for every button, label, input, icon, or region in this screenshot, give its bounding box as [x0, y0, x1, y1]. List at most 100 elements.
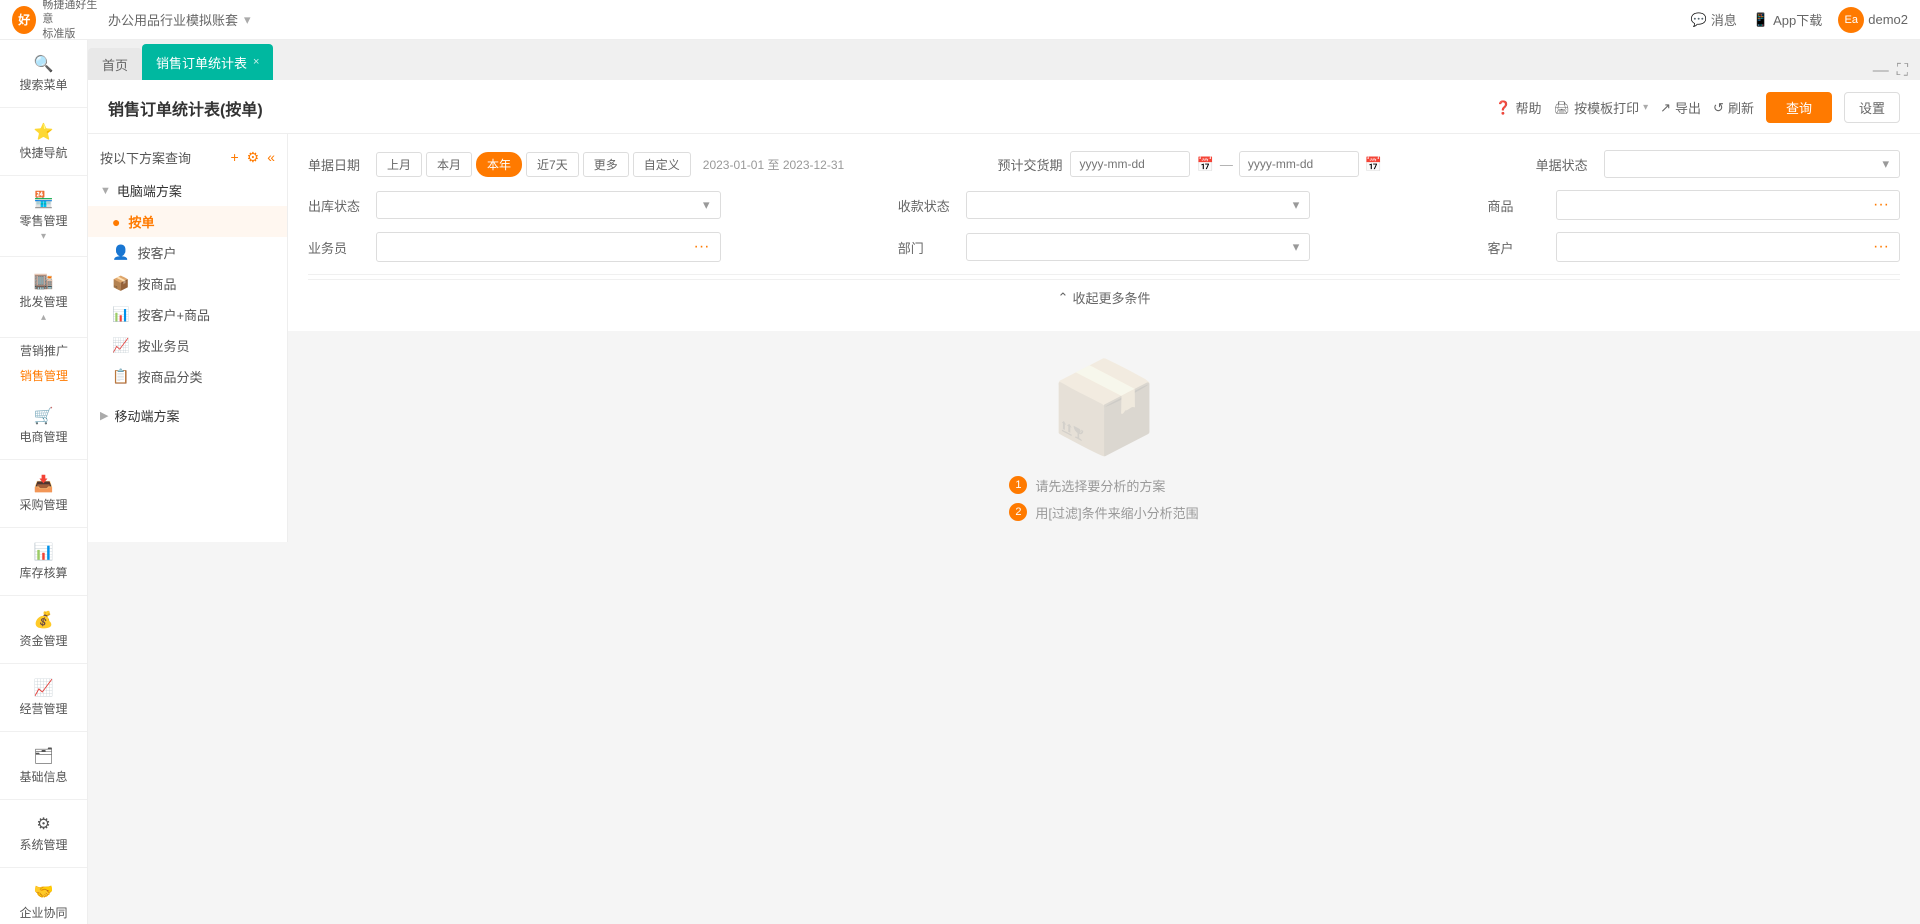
- payment-status-select[interactable]: ▾: [966, 191, 1311, 219]
- message-action[interactable]: 💬 消息: [1691, 10, 1737, 29]
- window-minimize-icon[interactable]: —: [1873, 62, 1889, 80]
- left-item-by-order[interactable]: ● 按单: [88, 206, 287, 237]
- collapse-button[interactable]: ⌃ 收起更多条件: [308, 279, 1900, 315]
- expected-date-end-input[interactable]: [1239, 151, 1359, 177]
- empty-tip-2: 2 用[过滤]条件来缩小分析范围: [1009, 503, 1198, 522]
- left-panel-title: 按以下方案查询: [100, 148, 191, 167]
- help-button[interactable]: ❓ 帮助: [1495, 98, 1541, 117]
- out-status-select[interactable]: ▾: [376, 191, 721, 219]
- by-customer-icon: 👤: [112, 244, 129, 261]
- left-settings-icon[interactable]: ⚙: [247, 149, 260, 166]
- sidebar-item-ecommerce[interactable]: 🛒 电商管理: [0, 398, 87, 453]
- tab-sales-stat-label: 销售订单统计表: [156, 53, 247, 72]
- sidebar-item-retail-label: 零售管理: [19, 212, 67, 229]
- content-area: 首页 销售订单统计表 × — ⛶ 销售订单统计表(按单) ❓ 帮助: [88, 40, 1920, 924]
- left-item-by-goods[interactable]: 📦 按商品: [88, 268, 287, 299]
- left-item-by-customer[interactable]: 👤 按客户: [88, 237, 287, 268]
- finance-icon: 💰: [34, 610, 54, 630]
- refresh-button[interactable]: ↺ 刷新: [1713, 98, 1754, 117]
- dept-select[interactable]: ▾: [966, 233, 1311, 261]
- sidebar-item-wholesale-label: 批发管理: [19, 293, 67, 310]
- sidebar-item-finance[interactable]: 💰 资金管理: [0, 602, 87, 657]
- sidebar-item-operations[interactable]: 📈 经营管理: [0, 670, 87, 725]
- sidebar-item-system[interactable]: ⚙ 系统管理: [0, 806, 87, 861]
- doc-status-chevron-icon: ▾: [1882, 156, 1889, 172]
- sidebar-item-ecommerce-label: 电商管理: [19, 428, 67, 445]
- app-icon: 📱: [1753, 12, 1769, 28]
- date-btn-last-7-days[interactable]: 近7天: [526, 152, 579, 177]
- enterprise-icon: 🤝: [34, 882, 54, 902]
- customer-select[interactable]: ···: [1556, 232, 1901, 262]
- sidebar-item-enterprise-label: 企业协同: [19, 904, 67, 921]
- date-btn-more[interactable]: 更多: [583, 152, 629, 177]
- title-chevron-icon[interactable]: ▾: [244, 12, 251, 28]
- left-item-by-customer-goods[interactable]: 📊 按客户+商品: [88, 299, 287, 330]
- sidebar-item-marketing[interactable]: 营销推广: [12, 338, 87, 363]
- settings-button[interactable]: 设置: [1844, 92, 1900, 123]
- left-panel-header: 按以下方案查询 + ⚙ «: [88, 142, 287, 171]
- left-item-by-category[interactable]: 📋 按商品分类: [88, 361, 287, 392]
- app-download-action[interactable]: 📱 App下载: [1753, 10, 1822, 29]
- sidebar-section-wholesale: 🏬 批发管理 ▴: [0, 257, 87, 338]
- sidebar-section-operations: 📈 经营管理: [0, 664, 87, 732]
- left-item-by-salesman[interactable]: 📈 按业务员: [88, 330, 287, 361]
- wholesale-submenu: 营销推广 销售管理: [0, 338, 87, 392]
- search-icon: 🔍: [34, 54, 54, 74]
- message-icon: 💬: [1691, 12, 1707, 28]
- by-order-icon: ●: [112, 214, 120, 230]
- sidebar-item-quicknav[interactable]: ⭐ 快捷导航: [0, 114, 87, 169]
- empty-state: 📦 1 请先选择要分析的方案 2 用[过滤]条件来缩小分析范围: [1009, 355, 1198, 522]
- payment-status-label: 收款状态: [898, 196, 958, 215]
- tab-home[interactable]: 首页: [88, 48, 142, 80]
- sidebar-item-enterprise[interactable]: 🤝 企业协同: [0, 874, 87, 924]
- collapse-chevron-icon: ⌃: [1058, 290, 1069, 306]
- tab-close-icon[interactable]: ×: [253, 56, 259, 68]
- sidebar-section-enterprise: 🤝 企业协同: [0, 868, 87, 924]
- sidebar-section-ecommerce: 🛒 电商管理: [0, 392, 87, 460]
- body-area: 按以下方案查询 + ⚙ « ▼ 电脑端方案: [88, 134, 1920, 542]
- left-section-pc-title[interactable]: ▼ 电脑端方案: [88, 175, 287, 206]
- window-maximize-icon[interactable]: ⛶: [1897, 62, 1908, 80]
- doc-status-select[interactable]: ▾: [1604, 150, 1900, 178]
- sidebar-item-sales-mgmt[interactable]: 销售管理: [12, 363, 87, 388]
- sidebar-item-inventory[interactable]: 📊 库存核算: [0, 534, 87, 589]
- expected-date-start-input[interactable]: [1070, 151, 1190, 177]
- sidebar-item-inventory-label: 库存核算: [19, 564, 67, 581]
- tip-1-num: 1: [1009, 476, 1027, 494]
- salesman-select[interactable]: ···: [376, 232, 721, 262]
- sidebar-section-system: ⚙ 系统管理: [0, 800, 87, 868]
- sidebar-item-purchase[interactable]: 📥 采购管理: [0, 466, 87, 521]
- goods-label: 商品: [1488, 196, 1548, 215]
- export-button[interactable]: ↗ 导出: [1660, 98, 1701, 117]
- date-btn-last-month[interactable]: 上月: [376, 152, 422, 177]
- left-collapse-icon[interactable]: «: [267, 149, 275, 166]
- sidebar-item-search[interactable]: 🔍 搜索菜单: [0, 46, 87, 101]
- left-section-mobile-title[interactable]: ▶ 移动端方案: [88, 400, 287, 431]
- sidebar-item-finance-label: 资金管理: [19, 632, 67, 649]
- tab-sales-stat[interactable]: 销售订单统计表 ×: [142, 44, 273, 80]
- pc-section-items: ● 按单 👤 按客户 📦 按商品: [88, 206, 287, 392]
- sidebar-item-retail[interactable]: 🏪 零售管理 ▾: [0, 182, 87, 250]
- date-btn-custom[interactable]: 自定义: [633, 152, 691, 177]
- user-action[interactable]: Ea demo2: [1838, 7, 1908, 33]
- salesman-dots-icon[interactable]: ···: [694, 238, 710, 256]
- calendar-end-icon[interactable]: 📅: [1365, 156, 1382, 173]
- help-icon: ❓: [1495, 100, 1511, 116]
- date-btn-this-month[interactable]: 本月: [426, 152, 472, 177]
- goods-dots-icon[interactable]: ···: [1873, 196, 1889, 214]
- print-button[interactable]: 🖨 按模板打印 ▾: [1554, 98, 1649, 117]
- date-btn-this-year[interactable]: 本年: [476, 152, 522, 177]
- sales-mgmt-label: 销售管理: [20, 367, 68, 384]
- empty-illustration: 📦: [1048, 355, 1160, 460]
- sidebar-item-basic[interactable]: 🗂 基础信息: [0, 738, 87, 793]
- date-filter-label: 单据日期: [308, 155, 368, 174]
- goods-select[interactable]: ···: [1556, 190, 1901, 220]
- sidebar-section-quicknav: ⭐ 快捷导航: [0, 108, 87, 176]
- sidebar-item-wholesale[interactable]: 🏬 批发管理 ▴: [0, 263, 87, 331]
- empty-tip-1: 1 请先选择要分析的方案: [1009, 476, 1198, 495]
- customer-dots-icon[interactable]: ···: [1873, 238, 1889, 256]
- calendar-start-icon[interactable]: 📅: [1196, 156, 1213, 173]
- query-button[interactable]: 查询: [1766, 92, 1832, 123]
- left-add-icon[interactable]: +: [230, 149, 238, 166]
- export-icon: ↗: [1660, 100, 1671, 116]
